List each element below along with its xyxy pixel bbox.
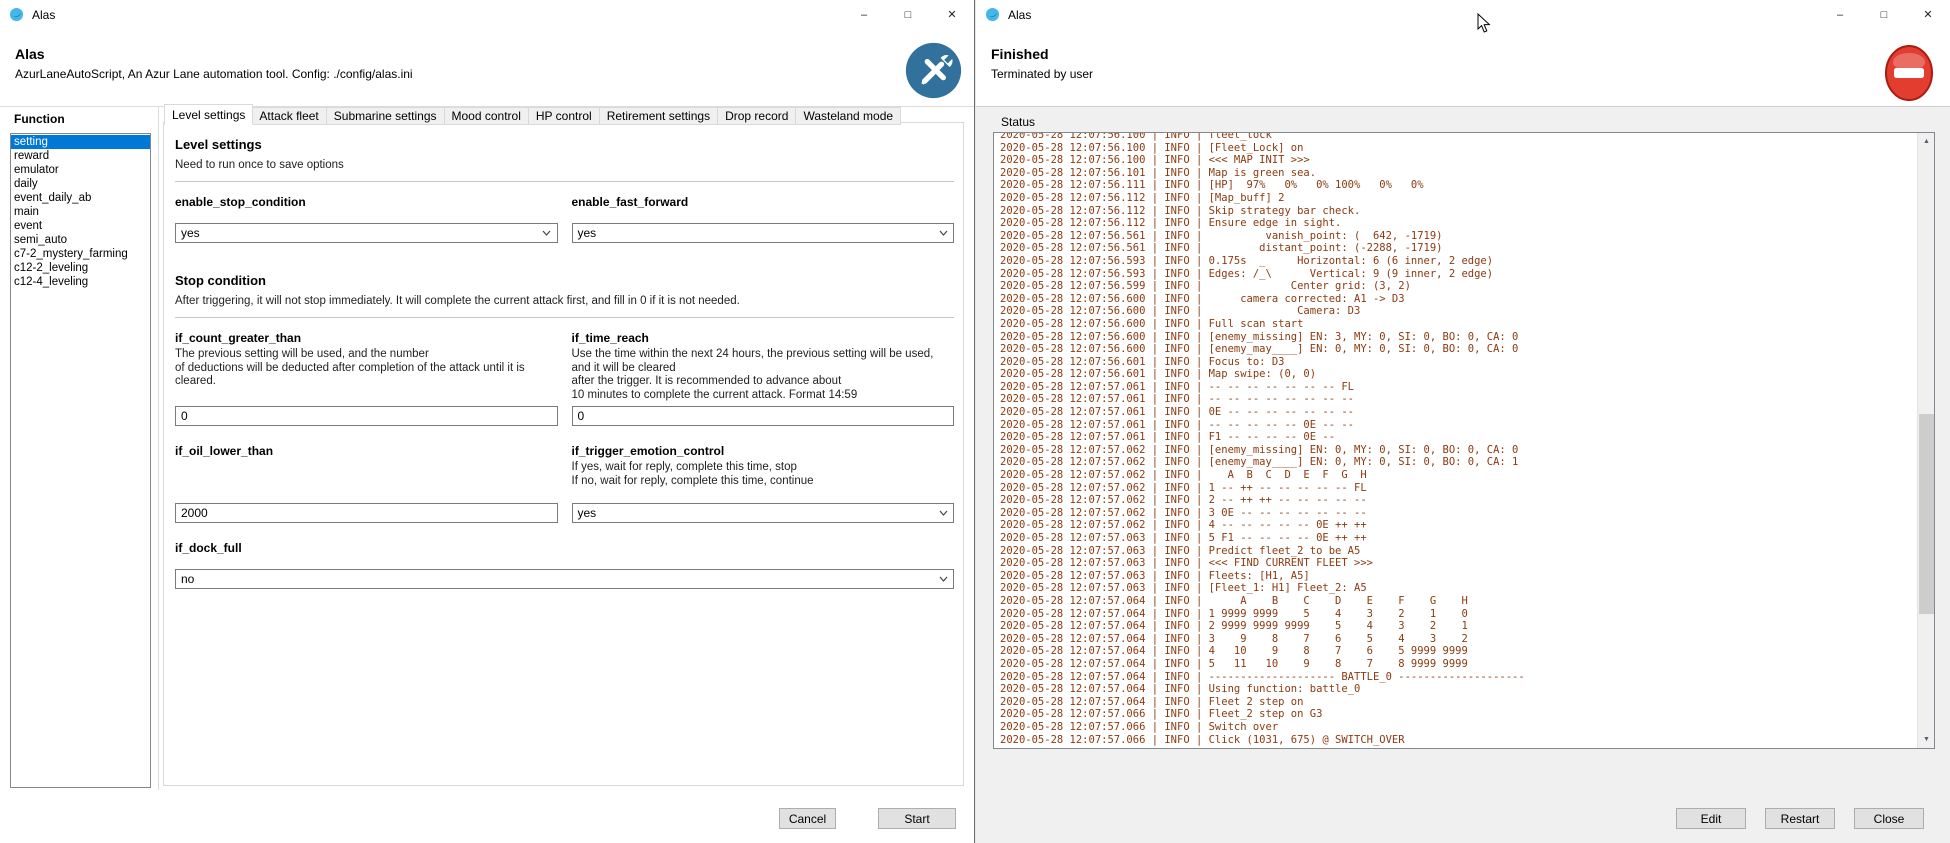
sidebar-item-semi_auto[interactable]: semi_auto: [11, 233, 150, 247]
scroll-up-icon[interactable]: ▲: [1918, 133, 1935, 150]
if-trigger-emotion-control-select[interactable]: yes: [572, 503, 955, 523]
field-enable-stop-condition: enable_stop_condition yes: [175, 195, 558, 243]
enable-fast-forward-value: yes: [578, 226, 597, 240]
sidebar-item-reward[interactable]: reward: [11, 149, 150, 163]
stop-sign-icon: [1884, 44, 1934, 102]
enable-stop-condition-select[interactable]: yes: [175, 223, 558, 243]
scroll-down-icon[interactable]: ▼: [1918, 731, 1935, 748]
divider: [175, 181, 954, 182]
field-if-trigger-emotion-control: if_trigger_emotion_control If yes, wait …: [572, 444, 955, 523]
minimize-button[interactable]: –: [1818, 0, 1862, 29]
log-output: 2020-05-28 12:07:56.100 | INFO | fleet_l…: [994, 132, 1917, 748]
sidebar-item-event_daily_ab[interactable]: event_daily_ab: [11, 191, 150, 205]
close-action-button[interactable]: Close: [1854, 808, 1924, 829]
divider: [175, 317, 954, 318]
status-title: Finished: [991, 46, 1049, 62]
tab-submarine-settings[interactable]: Submarine settings: [327, 107, 445, 125]
field-if-dock-full: if_dock_full no: [175, 541, 954, 589]
window-title: Alas: [32, 8, 55, 22]
titlebar-left: Alas – □ ✕: [0, 0, 974, 29]
chevron-down-icon: [938, 508, 948, 518]
maximize-button[interactable]: □: [886, 0, 930, 29]
alas-status-window: Alas – □ ✕ Finished Terminated by user S…: [976, 0, 1950, 843]
log-console[interactable]: 2020-05-28 12:07:56.100 | INFO | fleet_l…: [993, 132, 1935, 749]
chevron-down-icon: [542, 228, 552, 238]
field-if-time-reach: if_time_reach Use the time within the ne…: [572, 331, 955, 426]
maximize-button[interactable]: □: [1862, 0, 1906, 29]
tab-attack-fleet[interactable]: Attack fleet: [252, 107, 326, 125]
chevron-down-icon: [938, 574, 948, 584]
tab-mood-control[interactable]: Mood control: [445, 107, 529, 125]
tab-drop-record[interactable]: Drop record: [718, 107, 796, 125]
tab-wasteland-mode[interactable]: Wasteland mode: [796, 107, 901, 125]
if-oil-lower-than-input[interactable]: 2000: [175, 503, 558, 523]
field-if-count-greater-than: if_count_greater_than The previous setti…: [175, 331, 558, 426]
if-time-reach-input[interactable]: 0: [572, 406, 955, 426]
left-header: Alas AzurLaneAutoScript, An Azur Lane au…: [0, 29, 974, 106]
sidebar-divider: [158, 106, 159, 790]
status-panel: Status 2020-05-28 12:07:56.100 | INFO | …: [976, 106, 1950, 843]
restart-button[interactable]: Restart: [1765, 808, 1835, 829]
status-label: Status: [1001, 115, 1035, 129]
status-subtitle: Terminated by user: [991, 67, 1093, 81]
section-level-settings-desc: Need to run once to save options: [175, 159, 954, 171]
function-label: Function: [14, 112, 65, 126]
log-scrollbar[interactable]: ▲ ▼: [1917, 133, 1934, 748]
scrollbar-thumb[interactable]: [1919, 414, 1934, 614]
sidebar-item-event[interactable]: event: [11, 219, 150, 233]
section-stop-condition-desc: After triggering, it will not stop immed…: [175, 295, 954, 307]
right-header: Finished Terminated by user: [976, 29, 1950, 106]
page-title: Alas: [15, 46, 45, 62]
sidebar-item-c12-4_leveling[interactable]: c12-4_leveling: [11, 275, 150, 289]
chevron-down-icon: [938, 228, 948, 238]
sidebar-item-setting[interactable]: setting: [11, 135, 150, 149]
enable-stop-condition-value: yes: [181, 226, 200, 240]
tab-hp-control[interactable]: HP control: [529, 107, 600, 125]
function-list[interactable]: settingrewardemulatordailyevent_daily_ab…: [10, 133, 151, 788]
titlebar-right: Alas – □ ✕: [976, 0, 1950, 29]
tab-retirement-settings[interactable]: Retirement settings: [600, 107, 718, 125]
field-if-oil-lower-than: if_oil_lower_than 2000: [175, 444, 558, 523]
sidebar-item-main[interactable]: main: [11, 205, 150, 219]
minimize-button[interactable]: –: [842, 0, 886, 29]
tools-icon: [905, 42, 962, 99]
sidebar-item-emulator[interactable]: emulator: [11, 163, 150, 177]
if-dock-full-select[interactable]: no: [175, 569, 954, 589]
if-count-greater-than-input[interactable]: 0: [175, 406, 558, 426]
alas-app-icon: [9, 7, 24, 22]
close-button[interactable]: ✕: [1906, 0, 1950, 29]
alas-config-window: Alas – □ ✕ Alas AzurLaneAutoScript, An A…: [0, 0, 975, 843]
section-level-settings-title: Level settings: [175, 137, 954, 152]
sidebar-item-c7-2_mystery_farming[interactable]: c7-2_mystery_farming: [11, 247, 150, 261]
field-enable-fast-forward: enable_fast_forward yes: [572, 195, 955, 243]
cancel-button[interactable]: Cancel: [779, 808, 836, 829]
settings-tabbar: Level settingsAttack fleetSubmarine sett…: [164, 104, 901, 125]
alas-app-icon: [985, 7, 1000, 22]
edit-button[interactable]: Edit: [1676, 808, 1746, 829]
page-subtitle: AzurLaneAutoScript, An Azur Lane automat…: [15, 67, 413, 81]
sidebar-item-daily[interactable]: daily: [11, 177, 150, 191]
sidebar-item-c12-2_leveling[interactable]: c12-2_leveling: [11, 261, 150, 275]
mouse-cursor: [1477, 13, 1492, 34]
enable-fast-forward-select[interactable]: yes: [572, 223, 955, 243]
section-stop-condition-title: Stop condition: [175, 273, 954, 288]
tab-content-panel: Level settings Need to run once to save …: [163, 122, 964, 786]
close-button[interactable]: ✕: [930, 0, 974, 29]
start-button[interactable]: Start: [878, 808, 956, 829]
window-title: Alas: [1008, 8, 1031, 22]
tab-level-settings[interactable]: Level settings: [164, 104, 253, 125]
